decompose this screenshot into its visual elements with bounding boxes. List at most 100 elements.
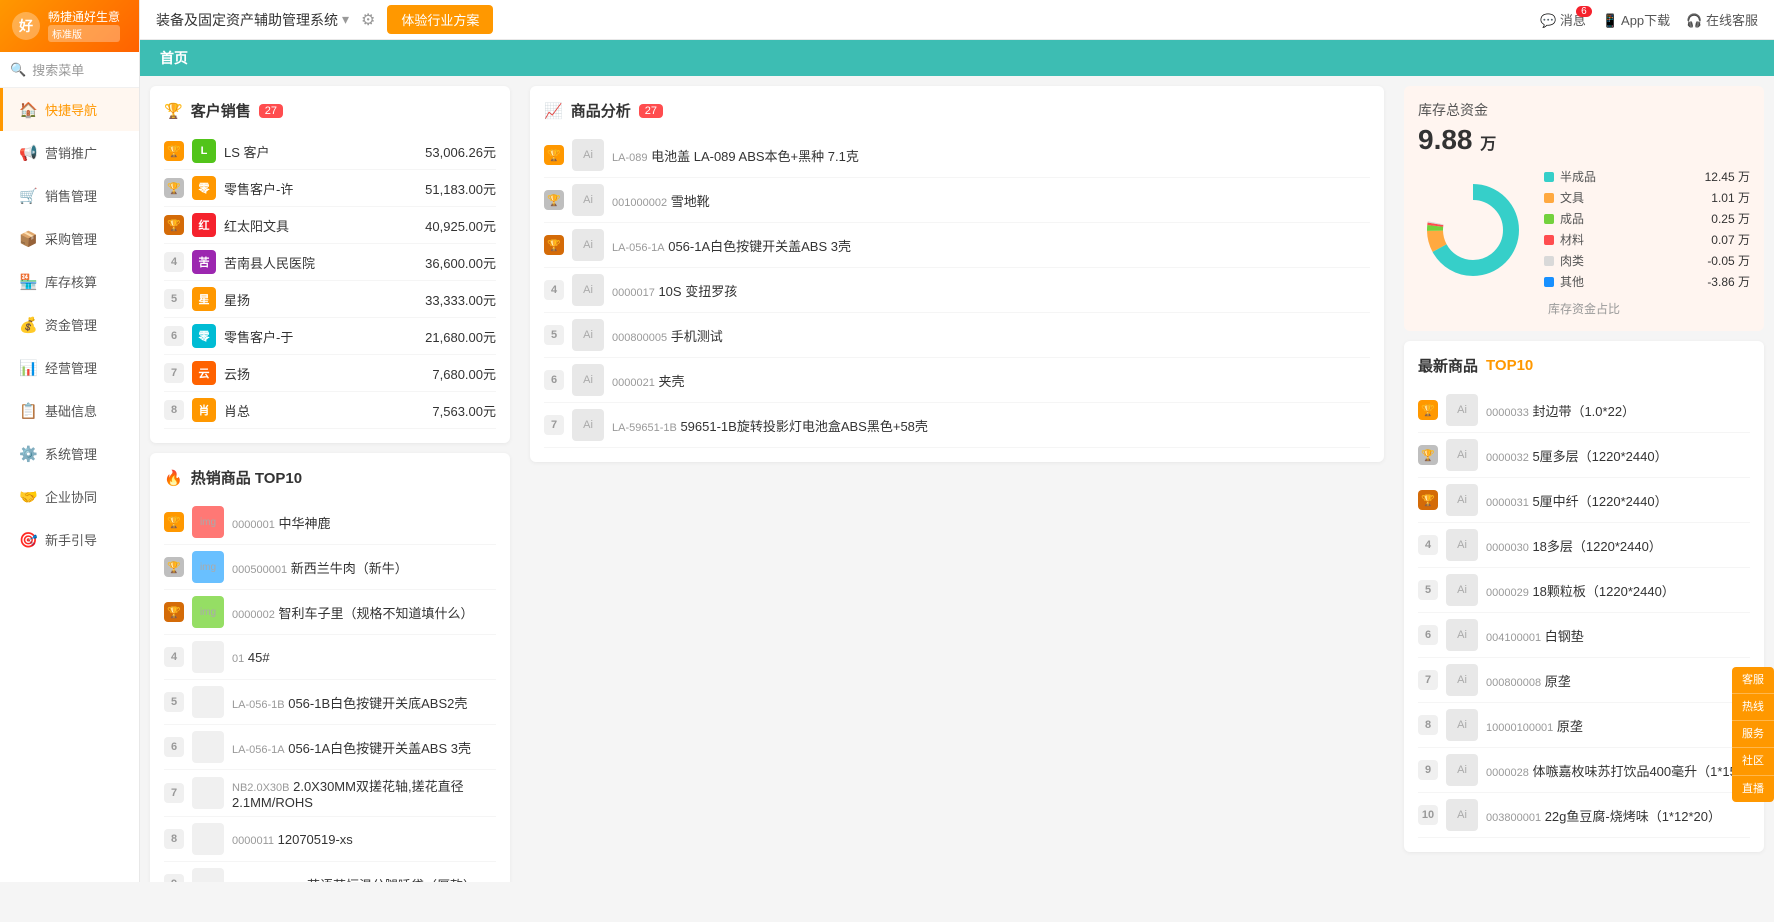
- rank-number: 🏆: [164, 141, 184, 161]
- rank-amount: 40,925.00元: [425, 216, 496, 235]
- money-icon: 💰: [19, 316, 37, 334]
- online-service-btn[interactable]: 🎧 在线客服: [1686, 10, 1758, 29]
- cs-float-btn[interactable]: 客服: [1732, 667, 1774, 693]
- cs-float-btn[interactable]: 社区: [1732, 747, 1774, 774]
- sidebar-item-purchase[interactable]: 📦 采购管理: [0, 217, 139, 260]
- sidebar-item-basics[interactable]: 📋 基础信息: [0, 389, 139, 432]
- system-title-dropdown[interactable]: 装备及固定资产辅助管理系统 ▾: [156, 10, 349, 30]
- prod-item: 6 LA-056-1A 056-1A白色按键开关盖ABS 3壳: [164, 725, 496, 770]
- sidebar-item-operations[interactable]: 📊 经营管理: [0, 346, 139, 389]
- hot-products-title: 🔥 热销商品 TOP10: [164, 467, 496, 488]
- inventory-amount: 9.88 万: [1418, 124, 1750, 156]
- inventory-card: 库存总资金 9.88 万: [1404, 86, 1764, 331]
- sidebar-nav: 🏠 快捷导航 📢 营销推广 🛒 销售管理 📦 采购管理 🏪 库存核算 💰 资金管…: [0, 88, 139, 882]
- prod-name: 45#: [248, 650, 270, 665]
- prod-code: LA-59651-1B: [612, 422, 677, 434]
- rank-avatar: 零: [192, 324, 216, 348]
- search-menu[interactable]: 🔍 搜索菜单: [0, 52, 139, 88]
- new-prod-item: 9 Ai 0000028 体嗾嘉枚味苏打饮品400毫升（1*15）: [1418, 748, 1750, 793]
- sidebar-item-enterprise[interactable]: 🤝 企业协同: [0, 475, 139, 518]
- legend-name: 其他: [1560, 273, 1701, 290]
- ai-label: Ai: [1457, 719, 1467, 731]
- prod-thumb: Ai: [1446, 664, 1478, 696]
- prod-info: 0000017 10S 变扭罗孩: [612, 281, 1370, 300]
- mid-prod-item: 4 Ai 0000017 10S 变扭罗孩: [544, 268, 1370, 313]
- settings-icon[interactable]: ⚙: [361, 10, 375, 30]
- sidebar-item-marketing[interactable]: 📢 营销推广: [0, 131, 139, 174]
- prod-code: 0000002: [232, 609, 275, 621]
- prod-item: 🏆 img 0000002 智利车子里（规格不知道填什么）: [164, 590, 496, 635]
- cs-float-btn[interactable]: 服务: [1732, 720, 1774, 747]
- prod-code: 000800005: [612, 332, 667, 344]
- sidebar-item-inventory[interactable]: 🏪 库存核算: [0, 260, 139, 303]
- sidebar-item-quicknav[interactable]: 🏠 快捷导航: [0, 88, 139, 131]
- new-prod-item: 🏆 Ai 0000032 5厘多层（1220*2440）: [1418, 433, 1750, 478]
- mid-panel: 📈 商品分析 27 🏆 Ai LA-089 电池盖 LA-089 ABS本色+黑…: [520, 76, 1394, 882]
- ai-label: Ai: [1457, 674, 1467, 686]
- app-download-btn[interactable]: 📱 App下载: [1602, 10, 1670, 29]
- right-panel: 库存总资金 9.88 万: [1394, 76, 1774, 882]
- ai-label: Ai: [583, 374, 593, 386]
- prod-info: 0000032 5厘多层（1220*2440）: [1486, 446, 1750, 465]
- sidebar-item-system[interactable]: ⚙️ 系统管理: [0, 432, 139, 475]
- sidebar-item-guide[interactable]: 🎯 新手引导: [0, 518, 139, 561]
- ai-label: Ai: [583, 149, 593, 161]
- prod-info: 000800005 手机测试: [612, 326, 1370, 345]
- prod-info: LA-59651-1B 59651-1B旋转投影灯电池盒ABS黑色+58壳: [612, 416, 1370, 435]
- rank-number: 7: [544, 415, 564, 435]
- cart-icon: 🛒: [19, 187, 37, 205]
- prod-code: 0000029: [1486, 587, 1529, 599]
- mid-prod-item: 5 Ai 000800005 手机测试: [544, 313, 1370, 358]
- prod-thumb: [192, 777, 224, 809]
- trial-button[interactable]: 体验行业方案: [387, 5, 493, 34]
- rank-name: 零售客户-于: [224, 327, 417, 346]
- sidebar-item-finance-label: 资金管理: [45, 315, 97, 334]
- rank-item: 8 肖 肖总 7,563.00元: [164, 392, 496, 429]
- mid-prod-item: 6 Ai 0000021 夹壳: [544, 358, 1370, 403]
- new-prod-item: 8 Ai 10000100001 原垄: [1418, 703, 1750, 748]
- prod-info: 0000029 18颗粒板（1220*2440）: [1486, 581, 1750, 600]
- prod-thumb: Ai: [1446, 394, 1478, 426]
- ai-label: Ai: [1457, 764, 1467, 776]
- rank-number: 4: [544, 280, 564, 300]
- ai-label: Ai: [1457, 404, 1467, 416]
- legend-item: 成品 0.25 万: [1544, 210, 1750, 227]
- cs-float-btn[interactable]: 热线: [1732, 693, 1774, 720]
- cs-float-btn[interactable]: 直播: [1732, 775, 1774, 802]
- sidebar-item-sales[interactable]: 🛒 销售管理: [0, 174, 139, 217]
- prod-name: 18多层（1220*2440）: [1532, 539, 1661, 554]
- rank-amount: 51,183.00元: [425, 179, 496, 198]
- prod-info: 10000100001 原垄: [1486, 716, 1750, 735]
- prod-name: 10S 变扭罗孩: [658, 284, 737, 299]
- search-icon: 🔍: [10, 62, 26, 78]
- clipboard-icon: 📋: [19, 402, 37, 420]
- rank-amount: 36,600.00元: [425, 253, 496, 272]
- rank-name: 零售客户-许: [224, 179, 417, 198]
- app-name: 畅捷通好生意: [48, 10, 120, 26]
- rank-number: 🏆: [1418, 490, 1438, 510]
- prod-code: 0000021: [612, 377, 655, 389]
- legend-dot: [1544, 172, 1554, 182]
- prod-name: 雪地靴: [671, 194, 710, 209]
- messages-btn[interactable]: 💬 消息 6: [1540, 10, 1586, 29]
- prod-name: 手机测试: [671, 329, 723, 344]
- prod-thumb: Ai: [1446, 529, 1478, 561]
- mid-prod-item: 🏆 Ai LA-089 电池盖 LA-089 ABS本色+黑种 7.1克: [544, 133, 1370, 178]
- sidebar: 好 畅捷通好生意 标准版 🔍 搜索菜单 🏠 快捷导航 📢 营销推广 🛒 销售管理…: [0, 0, 140, 882]
- new-products-list: 🏆 Ai 0000033 封边带（1.0*22） 🏆 Ai 0000032 5厘…: [1418, 388, 1750, 838]
- prod-thumb: Ai: [1446, 754, 1478, 786]
- handshake-icon: 🤝: [19, 488, 37, 506]
- rank-item: 6 零 零售客户-于 21,680.00元: [164, 318, 496, 355]
- prod-name: 5厘多层（1220*2440）: [1532, 449, 1667, 464]
- prod-thumb: Ai: [572, 409, 604, 441]
- prod-thumb: Ai: [572, 139, 604, 171]
- legend-name: 材料: [1560, 231, 1705, 248]
- product-analysis-title: 📈 商品分析 27: [544, 100, 1370, 121]
- prod-code: LA-089: [612, 152, 647, 164]
- prod-info: LA-089 电池盖 LA-089 ABS本色+黑种 7.1克: [612, 146, 1370, 165]
- sidebar-item-finance[interactable]: 💰 资金管理: [0, 303, 139, 346]
- prod-info: 0000002 智利车子里（规格不知道填什么）: [232, 603, 496, 622]
- legend-dot: [1544, 277, 1554, 287]
- chart-icon: 📈: [544, 102, 563, 120]
- rank-amount: 7,563.00元: [432, 401, 496, 420]
